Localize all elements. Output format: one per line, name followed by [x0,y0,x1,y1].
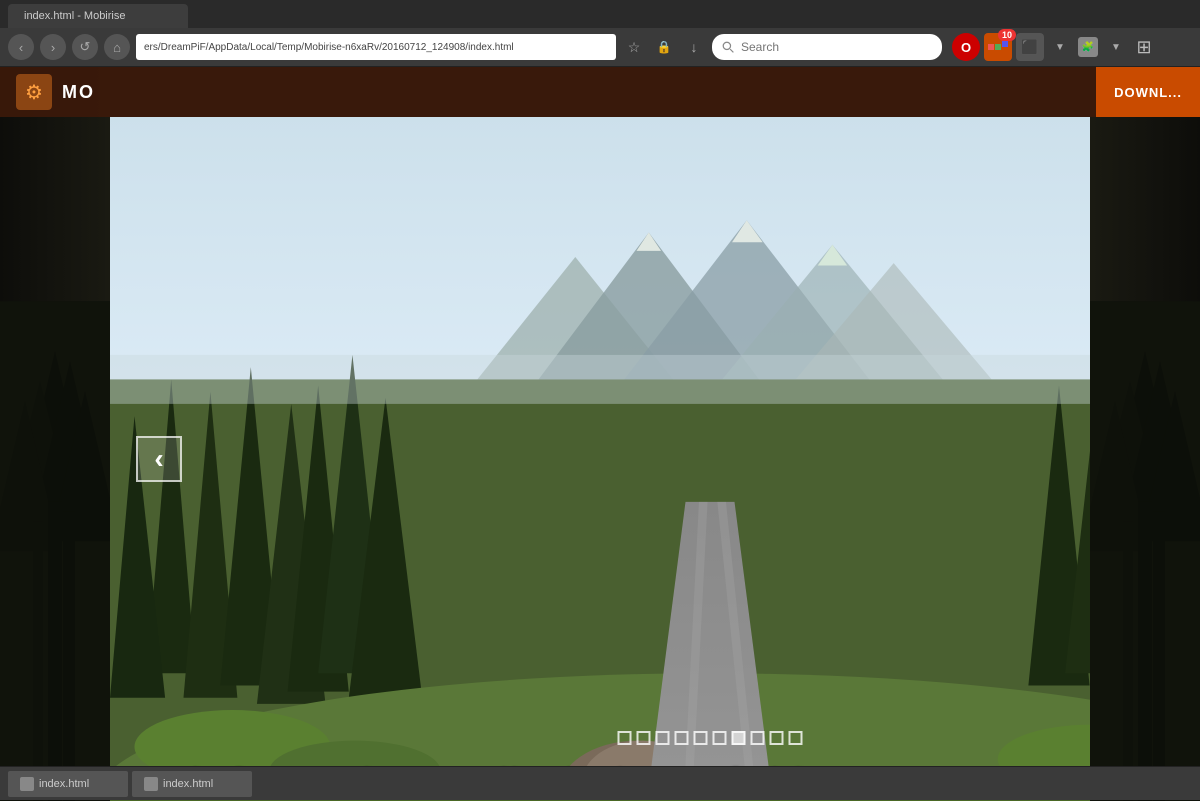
forward-button[interactable]: › [40,34,66,60]
browser-toolbar-right: O 10 ⬛ ▼ 🧩 ▼ ⊞ [952,33,1156,61]
bookmark-icon: ☆ [628,39,641,56]
slider-container: ‹ › Much cleaner and not sta [110,117,1200,801]
slide-dot-10[interactable] [789,731,803,745]
opera-icon[interactable]: O [952,33,980,61]
download-label: DOWNL... [1114,85,1182,100]
slide-dot-2[interactable] [637,731,651,745]
taskbar-item-1-label: index.html [39,778,89,790]
slide-dot-9[interactable] [770,731,784,745]
carousel-prev-button[interactable]: ‹ [136,436,182,482]
forward-icon: › [51,40,55,55]
address-text: ers/DreamPiF/AppData/Local/Temp/Mobirise… [144,42,514,53]
menu-button[interactable]: ⊞ [1132,35,1156,59]
address-bar[interactable]: ers/DreamPiF/AppData/Local/Temp/Mobirise… [136,34,616,60]
download-button[interactable]: DOWNL... [1096,67,1200,117]
carousel-prev-icon: ‹ [154,443,163,475]
extensions-arrow[interactable]: ▼ [1048,35,1072,59]
right-trees-silhouette [1090,214,1200,801]
reload-icon: ↺ [80,39,91,55]
back-button[interactable]: ‹ [8,34,34,60]
right-side-panel [1090,67,1200,801]
slide-dot-7[interactable] [732,731,746,745]
download-icon: ↓ [691,39,698,55]
lock-button[interactable]: 🔒 [652,35,676,59]
browser-chrome: index.html - Mobirise ‹ › ↺ ⌂ ers/DreamP… [0,0,1200,67]
home-button[interactable]: ⌂ [104,34,130,60]
app-title: MO [62,82,1184,103]
slide-dot-6[interactable] [713,731,727,745]
slide-dot-5[interactable] [694,731,708,745]
taskbar-item-2-icon [144,777,158,791]
left-trees-silhouette [0,214,110,801]
taskbar-item-2-label: index.html [163,778,213,790]
taskbar-item-1-icon [20,777,34,791]
app-header: ⚙ MO DOWNL... [0,67,1200,117]
toolbar-extra-icon[interactable]: 🧩 [1076,35,1100,59]
gear-icon: ⚙ [25,80,43,105]
search-bar[interactable] [712,34,942,60]
lock-icon: 🔒 [657,40,672,54]
extensions-button[interactable]: 10 [984,33,1012,61]
taskbar-item-1[interactable]: index.html [8,771,128,797]
home-icon: ⌂ [113,40,121,55]
slider-image [110,117,1200,801]
taskbar: index.html index.html [0,766,1200,800]
slide-indicators [618,731,803,745]
search-input[interactable] [741,40,901,54]
website-display: ⚙ MO DOWNL... [0,67,1200,801]
notification-badge: 10 [998,29,1016,41]
reload-button[interactable]: ↺ [72,34,98,60]
left-side-panel [0,67,110,801]
slide-dot-1[interactable] [618,731,632,745]
gear-icon-wrapper[interactable]: ⚙ [16,74,52,110]
tab-label: index.html - Mobirise [24,10,125,22]
back-icon: ‹ [19,40,23,55]
main-area: ⚙ MO DOWNL... [0,67,1200,801]
browser-tab[interactable]: index.html - Mobirise [8,4,188,28]
download-icon-button[interactable]: ↓ [682,35,706,59]
slide-dot-4[interactable] [675,731,689,745]
search-icon [722,41,735,54]
browser-download-icon: ⬛ [1021,39,1038,56]
slide-dot-3[interactable] [656,731,670,745]
slide-dot-8[interactable] [751,731,765,745]
toolbar-extra-arrow[interactable]: ▼ [1104,35,1128,59]
browser-tabs: index.html - Mobirise [0,0,1200,28]
taskbar-item-2[interactable]: index.html [132,771,252,797]
browser-download-button[interactable]: ⬛ [1016,33,1044,61]
browser-toolbar: ‹ › ↺ ⌂ ers/DreamPiF/AppData/Local/Temp/… [0,28,1200,66]
bookmark-button[interactable]: ☆ [622,35,646,59]
